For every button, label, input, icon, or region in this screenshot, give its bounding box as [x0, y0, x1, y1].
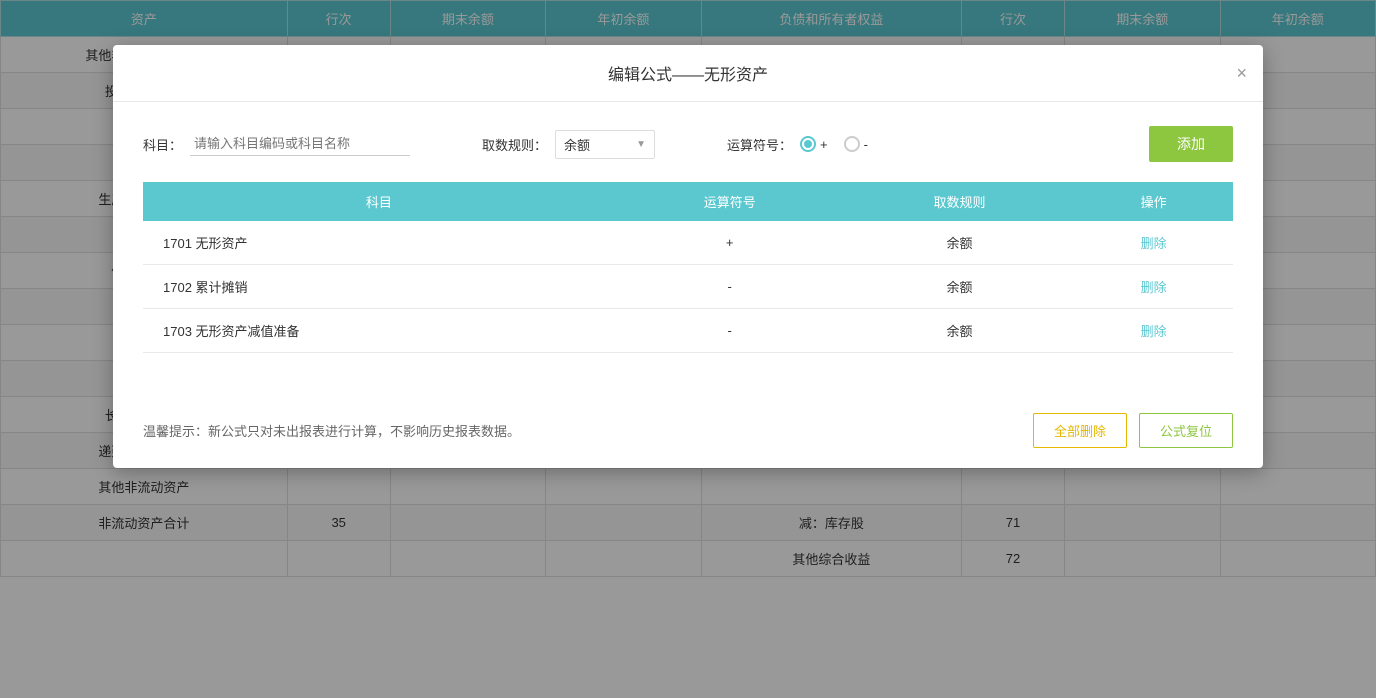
- fetch-rule-label: 取数规则：: [482, 135, 547, 154]
- reset-formula-button[interactable]: 公式复位: [1139, 413, 1233, 448]
- formula-subject: 1702 累计摊销: [143, 265, 615, 309]
- formula-table: 科目 运算符号 取数规则 操作 1701 无形资产+余额删除1702 累计摊销-…: [143, 182, 1233, 353]
- table-header-rule: 取数规则: [845, 182, 1075, 221]
- table-row: 1702 累计摊销-余额 删除: [143, 265, 1233, 309]
- modal-overlay: 编辑公式——无形资产 × 科目： 取数规则： 余额 ▼: [0, 0, 1376, 698]
- fetch-rule-value: 余额: [564, 135, 632, 154]
- chevron-down-icon: ▼: [636, 139, 646, 150]
- delete-row-button[interactable]: 删除: [1141, 233, 1167, 252]
- table-row: 1703 无形资产减值准备-余额 删除: [143, 309, 1233, 353]
- delete-row-button[interactable]: 删除: [1141, 321, 1167, 340]
- formula-action: 删除: [1074, 265, 1233, 309]
- formula-subject: 1701 无形资产: [143, 221, 615, 265]
- table-header-subject: 科目: [143, 182, 615, 221]
- formula-operator: -: [615, 265, 845, 309]
- formula-rule: 余额: [845, 221, 1075, 265]
- modal-header: 编辑公式——无形资产 ×: [113, 45, 1263, 102]
- modal-title: 编辑公式——无形资产: [608, 61, 768, 85]
- subject-section: 科目：: [143, 132, 410, 156]
- formula-operator: +: [615, 221, 845, 265]
- formula-rule: 余额: [845, 309, 1075, 353]
- radio-circle-plus: [800, 136, 816, 152]
- formula-action: 删除: [1074, 221, 1233, 265]
- delete-all-button[interactable]: 全部删除: [1033, 413, 1127, 448]
- add-button[interactable]: 添加: [1149, 126, 1233, 162]
- table-header-operator: 运算符号: [615, 182, 845, 221]
- subject-label: 科目：: [143, 135, 182, 154]
- table-header-action: 操作: [1074, 182, 1233, 221]
- formula-subject: 1703 无形资产减值准备: [143, 309, 615, 353]
- operator-plus-label: +: [820, 137, 828, 152]
- footer-buttons: 全部删除 公式复位: [1033, 413, 1233, 448]
- operator-label: 运算符号：: [727, 135, 792, 154]
- delete-row-button[interactable]: 删除: [1141, 277, 1167, 296]
- operator-plus-radio[interactable]: +: [800, 136, 828, 152]
- operator-minus-label: -: [864, 137, 868, 152]
- operator-minus-radio[interactable]: -: [844, 136, 868, 152]
- modal-footer: 温馨提示：新公式只对未出报表进行计算，不影响历史报表数据。 全部删除 公式复位: [113, 397, 1263, 468]
- modal-body: 科目： 取数规则： 余额 ▼ 运算符号：: [113, 102, 1263, 397]
- form-row: 科目： 取数规则： 余额 ▼ 运算符号：: [143, 126, 1233, 162]
- modal-close-button[interactable]: ×: [1236, 64, 1247, 82]
- formula-rule: 余额: [845, 265, 1075, 309]
- formula-action: 删除: [1074, 309, 1233, 353]
- radio-circle-minus: [844, 136, 860, 152]
- fetch-rule-select[interactable]: 余额 ▼: [555, 130, 655, 159]
- fetch-rule-section: 取数规则： 余额 ▼: [482, 130, 655, 159]
- formula-operator: -: [615, 309, 845, 353]
- edit-formula-modal: 编辑公式——无形资产 × 科目： 取数规则： 余额 ▼: [113, 45, 1263, 468]
- operator-section: 运算符号： + -: [727, 135, 868, 154]
- table-row: 1701 无形资产+余额 删除: [143, 221, 1233, 265]
- hint-text: 温馨提示：新公式只对未出报表进行计算，不影响历史报表数据。: [143, 421, 520, 440]
- subject-input[interactable]: [190, 132, 410, 156]
- operator-radio-group: + -: [800, 136, 868, 152]
